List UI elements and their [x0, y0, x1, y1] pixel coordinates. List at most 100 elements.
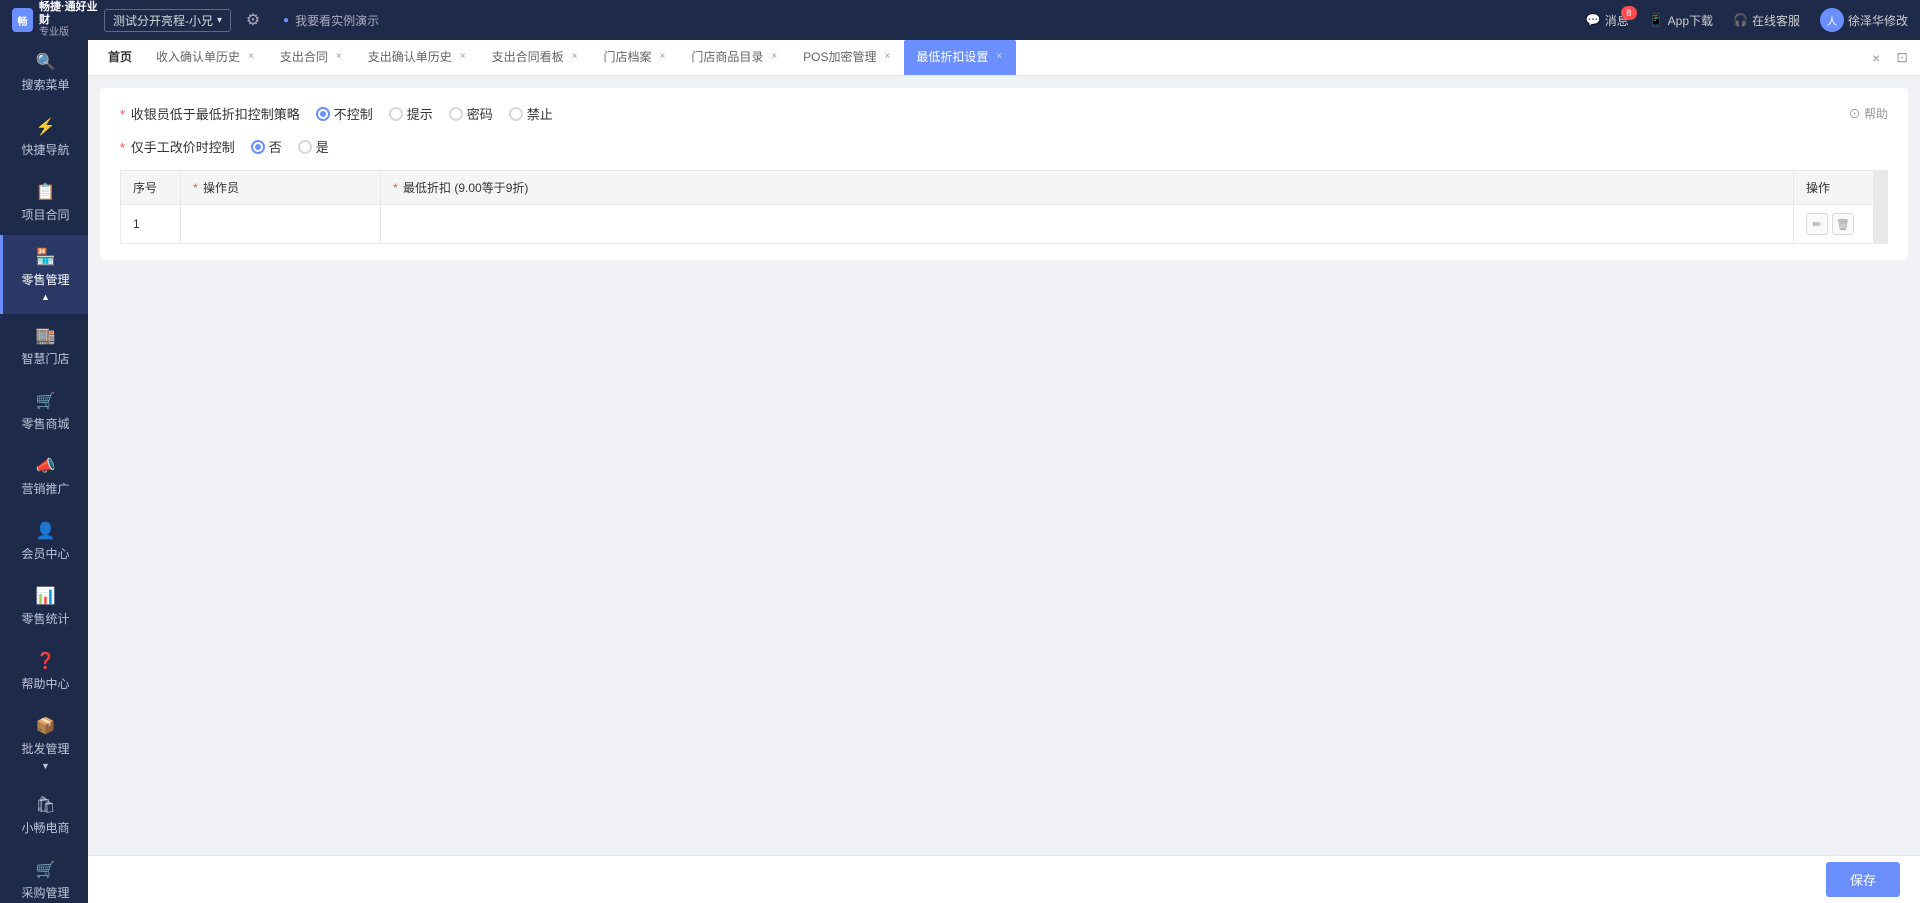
sidebar-item-label: 零售统计	[21, 610, 69, 627]
radio-label: 是	[316, 137, 329, 156]
tab-label: 门店档案	[603, 48, 651, 65]
user-button[interactable]: 人 徐泽华修改	[1820, 8, 1908, 32]
top-bar: 畅 畅捷·通好业财 专业版 测试分开亮程-小兄 ▾ ⚙ 我要看实例演示 💬 消息…	[0, 0, 1920, 40]
demo-link[interactable]: 我要看实例演示	[283, 12, 379, 29]
sidebar-item-search[interactable]: 🔍 搜索菜单	[0, 40, 88, 105]
radio-forbid[interactable]: 禁止	[509, 104, 553, 123]
radio-no-control[interactable]: 不控制	[316, 104, 373, 123]
sidebar-item-purchase[interactable]: 🛒 采购管理	[0, 848, 88, 903]
help-icon: ❓	[36, 651, 56, 671]
close-icon[interactable]: ×	[334, 51, 344, 63]
tab-store-file[interactable]: 门店档案 ×	[591, 40, 679, 76]
close-icon[interactable]: ×	[458, 51, 468, 63]
min-discount-input[interactable]	[393, 217, 1781, 231]
sidebar-item-project[interactable]: 📋 项目合同	[0, 170, 88, 235]
tab-home[interactable]: 首页	[96, 40, 144, 76]
discount-table: 序号 * 操作员 * 最低折扣 (9.00等于9折) 操作	[120, 170, 1888, 244]
customer-service-button[interactable]: 🎧 在线客服	[1733, 12, 1800, 29]
tab-bar-end: × ⊡	[1860, 47, 1912, 68]
member-icon: 👤	[36, 521, 56, 541]
manual-control-radio-group: 否 是	[251, 137, 329, 156]
tab-label: 支出合同看板	[492, 48, 564, 65]
online-store-icon: 🛒	[36, 391, 56, 411]
radio-label: 不控制	[334, 104, 373, 123]
sidebar-item-online-store[interactable]: 🛒 零售商城	[0, 379, 88, 444]
td-operator[interactable]	[181, 205, 381, 244]
project-selector[interactable]: 测试分开亮程-小兄 ▾	[104, 9, 231, 32]
avatar: 人	[1820, 8, 1844, 32]
sidebar-item-marketing[interactable]: 📣 营销推广	[0, 444, 88, 509]
search-icon: 🔍	[36, 52, 56, 72]
page-footer: 保存	[88, 855, 1920, 903]
page-content: * 收银员低于最低折扣控制策略 不控制 提示	[88, 76, 1920, 855]
tab-contract-board[interactable]: 支出合同看板 ×	[480, 40, 592, 76]
content-area: 首页 收入确认单历史 × 支出合同 × 支出确认单历史 × 支出合同看板 × 门…	[88, 40, 1920, 903]
sidebar: 🔍 搜索菜单 ⚡ 快捷导航 📋 项目合同 🏪 零售管理 ▲ 🏬 智慧门店 🛒 零…	[0, 40, 88, 903]
manual-control-row: * 仅手工改价时控制 否 是	[120, 137, 1888, 156]
table-header-row: 序号 * 操作员 * 最低折扣 (9.00等于9折) 操作	[121, 171, 1888, 205]
radio-yes[interactable]: 是	[298, 137, 329, 156]
tab-store-catalog[interactable]: 门店商品目录 ×	[679, 40, 791, 76]
td-action: ✏ 🗑	[1794, 205, 1874, 244]
cashier-strategy-radio-group: 不控制 提示 密码 禁止	[316, 104, 553, 123]
radio-circle	[389, 107, 403, 121]
sidebar-item-retail-stats[interactable]: 📊 零售统计	[0, 574, 88, 639]
sidebar-item-label: 采购管理	[21, 884, 69, 901]
retail-icon: 🏪	[36, 247, 56, 267]
table-row: 1 ✏ 🗑	[121, 205, 1888, 244]
radio-remind[interactable]: 提示	[389, 104, 433, 123]
app-download-button[interactable]: 📱 App下载	[1649, 12, 1713, 29]
ecommerce-icon: 🛍	[35, 795, 55, 815]
settings-card: * 收银员低于最低折扣控制策略 不控制 提示	[100, 88, 1908, 260]
radio-label: 否	[269, 137, 282, 156]
sidebar-item-member[interactable]: 👤 会员中心	[0, 509, 88, 574]
radio-password[interactable]: 密码	[449, 104, 493, 123]
sidebar-item-wholesale[interactable]: 📦 批发管理 ▼	[0, 704, 88, 783]
close-icon[interactable]: ×	[769, 51, 779, 63]
maximize-button[interactable]: ⊡	[1892, 47, 1912, 68]
delete-icon[interactable]: 🗑	[1832, 213, 1854, 235]
close-icon[interactable]: ×	[657, 51, 667, 63]
message-button[interactable]: 💬 消息 8	[1586, 12, 1629, 29]
sidebar-item-ecommerce[interactable]: 🛍 小畅电商	[0, 783, 88, 848]
td-seq: 1	[121, 205, 181, 244]
sidebar-item-label: 批发管理	[21, 740, 69, 757]
message-badge: 8	[1621, 6, 1637, 20]
tab-min-discount[interactable]: 最低折扣设置 ×	[904, 40, 1016, 76]
th-action: 操作	[1794, 171, 1874, 205]
sidebar-item-smart-store[interactable]: 🏬 智慧门店	[0, 314, 88, 379]
sidebar-item-quicknav[interactable]: ⚡ 快捷导航	[0, 105, 88, 170]
tab-confirm-history[interactable]: 支出确认单历史 ×	[356, 40, 480, 76]
tab-income-history[interactable]: 收入确认单历史 ×	[144, 40, 268, 76]
help-link[interactable]: ⊙ 帮助	[1849, 105, 1888, 122]
sidebar-item-label: 快捷导航	[21, 141, 69, 158]
save-button[interactable]: 保存	[1826, 862, 1900, 897]
radio-circle	[251, 140, 265, 154]
tab-label: 门店商品目录	[691, 48, 763, 65]
close-icon[interactable]: ×	[246, 51, 256, 63]
radio-no[interactable]: 否	[251, 137, 282, 156]
close-tab-button[interactable]: ×	[1868, 48, 1884, 68]
tab-label: 支出合同	[280, 48, 328, 65]
tab-contract[interactable]: 支出合同 ×	[268, 40, 356, 76]
operator-input[interactable]	[193, 217, 368, 231]
edit-icon[interactable]: ✏	[1806, 213, 1828, 235]
close-icon[interactable]: ×	[570, 51, 580, 63]
settings-icon[interactable]: ⚙	[239, 6, 267, 34]
th-min-discount: * 最低折扣 (9.00等于9折)	[381, 171, 1794, 205]
sidebar-item-label: 营销推广	[21, 480, 69, 497]
cashier-strategy-label: * 收银员低于最低折扣控制策略	[120, 104, 300, 123]
chevron-up-icon: ▲	[41, 292, 50, 302]
headset-icon: 🎧	[1733, 13, 1748, 27]
user-name: 徐泽华修改	[1848, 12, 1908, 29]
radio-circle	[298, 140, 312, 154]
app-download-label: App下载	[1668, 12, 1713, 29]
sidebar-item-retail[interactable]: 🏪 零售管理 ▲	[0, 235, 88, 314]
tab-pos-password[interactable]: POS加密管理 ×	[791, 40, 904, 76]
close-icon[interactable]: ×	[994, 51, 1004, 63]
close-icon[interactable]: ×	[883, 51, 893, 63]
sidebar-item-help[interactable]: ❓ 帮助中心	[0, 639, 88, 704]
radio-circle	[316, 107, 330, 121]
radio-circle	[509, 107, 523, 121]
td-min-discount[interactable]	[381, 205, 1794, 244]
